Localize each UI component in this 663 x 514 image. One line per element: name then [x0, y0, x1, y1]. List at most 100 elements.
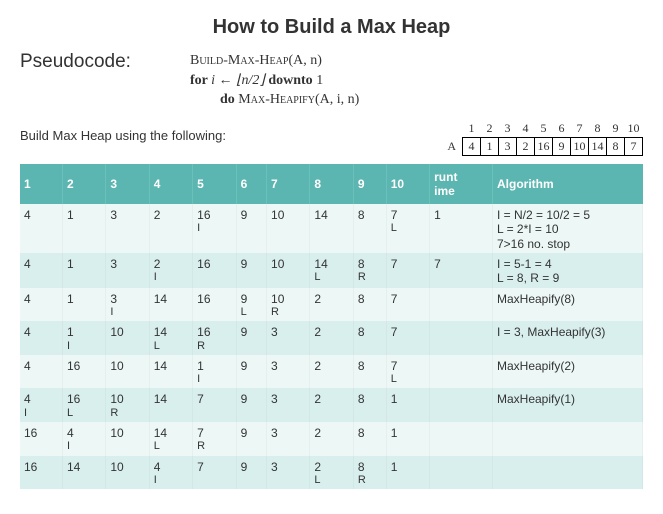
trace-cell: 16I — [193, 204, 236, 253]
table-row: 41I1014L16R93287I = 3, MaxHeapify(3) — [20, 321, 643, 355]
trace-cell: 4 — [20, 321, 62, 355]
table-row: 413I14169L10R287MaxHeapify(8) — [20, 288, 643, 322]
trace-cell: 8 — [353, 204, 386, 253]
trace-cell: 8 — [353, 288, 386, 322]
array-cell: 16 — [535, 137, 553, 155]
trace-cell: 4 — [20, 204, 62, 253]
trace-cell: 8 — [353, 388, 386, 422]
trace-cell — [430, 355, 493, 389]
build-following-label: Build Max Heap using the following: — [20, 128, 226, 143]
trace-cell: 3 — [267, 355, 310, 389]
trace-cell: 10 — [267, 253, 310, 288]
trace-cell: 10 — [106, 422, 149, 456]
trace-cell: 10 — [106, 321, 149, 355]
column-header: 2 — [62, 164, 105, 204]
array-index: 8 — [589, 120, 607, 138]
pseudo-args: (A, n) — [288, 53, 321, 68]
algorithm-cell: MaxHeapify(8) — [493, 288, 643, 322]
trace-cell: 10R — [106, 388, 149, 422]
trace-cell: 14 — [149, 355, 192, 389]
pseudo-do: do — [220, 92, 238, 107]
trace-cell: 9 — [236, 321, 266, 355]
page-title: How to Build a Max Heap — [20, 16, 643, 39]
trace-cell: 10 — [267, 204, 310, 253]
trace-cell: 9 — [236, 388, 266, 422]
array-index: 2 — [481, 120, 499, 138]
trace-cell: 9 — [236, 253, 266, 288]
array-index: 7 — [571, 120, 589, 138]
initial-array: 12345678910 A4132169101487 — [445, 120, 644, 156]
trace-cell: 1I — [193, 355, 236, 389]
trace-cell: 16L — [62, 388, 105, 422]
pseudo-fn: Build-Max-Heap — [190, 53, 288, 68]
algorithm-cell: MaxHeapify(2) — [493, 355, 643, 389]
trace-cell: 14L — [149, 321, 192, 355]
array-cell: 9 — [553, 137, 571, 155]
trace-cell: 2L — [310, 456, 353, 490]
trace-cell: 16 — [193, 253, 236, 288]
trace-cell: 14 — [149, 388, 192, 422]
algorithm-cell — [493, 422, 643, 456]
trace-cell: 1 — [386, 456, 429, 490]
table-row: 1614104I7932L8R1 — [20, 456, 643, 490]
trace-cell: 7L — [386, 355, 429, 389]
pseudocode-block: Pseudocode: Build-Max-Heap(A, n) for i ←… — [20, 51, 643, 110]
trace-cell: 2 — [310, 422, 353, 456]
trace-cell: 9 — [236, 422, 266, 456]
trace-cell: 10 — [106, 456, 149, 490]
trace-cell: 7R — [193, 422, 236, 456]
array-cell: 14 — [589, 137, 607, 155]
trace-cell — [430, 456, 493, 490]
trace-cell: 1 — [386, 422, 429, 456]
table-row: 413216I9101487L1I = N/2 = 10/2 = 5L = 2*… — [20, 204, 643, 253]
trace-cell: 10 — [106, 355, 149, 389]
trace-cell: 16 — [193, 288, 236, 322]
trace-cell: 3 — [106, 253, 149, 288]
pseudo-downto: downto — [268, 73, 316, 88]
pseudo-loop-var: i ← ⌊n/2⌋ — [211, 73, 268, 88]
table-row: 4132I1691014L8R77I = 5-1 = 4L = 8, R = 9 — [20, 253, 643, 288]
trace-cell: 1 — [62, 253, 105, 288]
trace-cell: 16 — [20, 456, 62, 490]
trace-cell: 8 — [353, 321, 386, 355]
trace-cell: 9 — [236, 456, 266, 490]
trace-cell: 3 — [267, 321, 310, 355]
trace-cell: 7 — [193, 388, 236, 422]
array-cell: 3 — [499, 137, 517, 155]
trace-cell: 1I — [62, 321, 105, 355]
trace-cell: 4I — [149, 456, 192, 490]
column-header: runtime — [430, 164, 493, 204]
column-header: 7 — [267, 164, 310, 204]
array-index: 5 — [535, 120, 553, 138]
trace-cell: 14L — [310, 253, 353, 288]
table-row: 41610141I93287LMaxHeapify(2) — [20, 355, 643, 389]
trace-cell: 3I — [106, 288, 149, 322]
trace-cell: 14 — [310, 204, 353, 253]
column-header: Algorithm — [493, 164, 643, 204]
trace-cell: 7 — [386, 288, 429, 322]
trace-cell: 1 — [386, 388, 429, 422]
trace-cell: 8 — [353, 355, 386, 389]
trace-cell: 2 — [310, 321, 353, 355]
trace-cell: 9 — [236, 204, 266, 253]
array-index: 6 — [553, 120, 571, 138]
trace-cell: 7 — [386, 321, 429, 355]
algorithm-cell: MaxHeapify(1) — [493, 388, 643, 422]
algorithm-cell: I = N/2 = 10/2 = 5L = 2*I = 107>16 no. s… — [493, 204, 643, 253]
trace-cell: 7L — [386, 204, 429, 253]
trace-cell: 9L — [236, 288, 266, 322]
table-row: 164I1014L7R93281 — [20, 422, 643, 456]
trace-cell: 2I — [149, 253, 192, 288]
algorithm-cell: I = 5-1 = 4L = 8, R = 9 — [493, 253, 643, 288]
trace-cell: 2 — [310, 288, 353, 322]
array-cell: 8 — [607, 137, 625, 155]
trace-cell: 8 — [353, 422, 386, 456]
array-cell: 1 — [481, 137, 499, 155]
trace-cell: 14L — [149, 422, 192, 456]
trace-cell: 1 — [62, 204, 105, 253]
trace-cell: 4I — [20, 388, 62, 422]
array-index: 3 — [499, 120, 517, 138]
trace-cell: 3 — [267, 388, 310, 422]
trace-cell: 14 — [149, 288, 192, 322]
trace-cell: 3 — [106, 204, 149, 253]
